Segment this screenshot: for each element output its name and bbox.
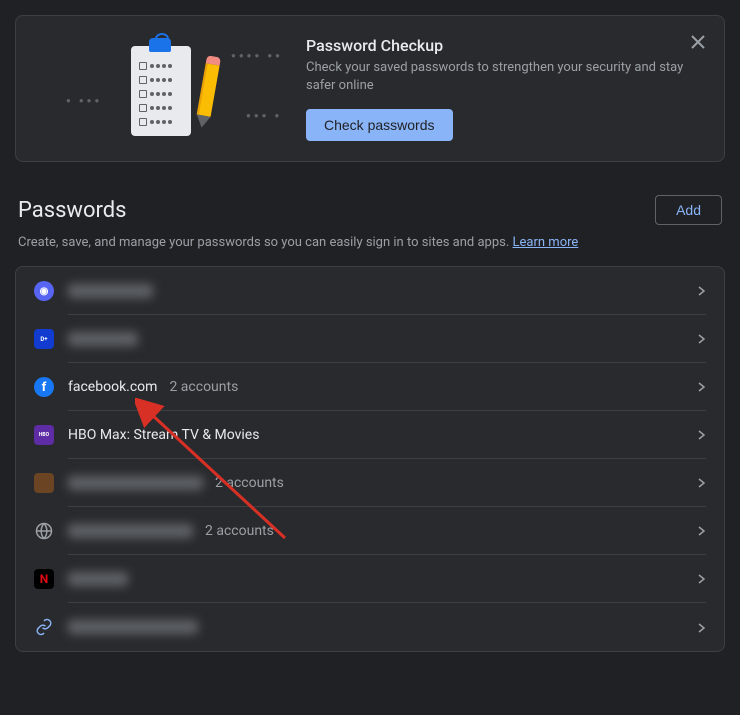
add-button[interactable]: Add <box>655 195 722 225</box>
chevron-right-icon <box>698 473 706 492</box>
site-name: disneyplus <box>68 332 138 346</box>
generic1-icon <box>34 473 54 493</box>
password-row[interactable]: ◉ discord.com <box>16 267 724 315</box>
learn-more-link[interactable]: Learn more <box>513 235 579 250</box>
chevron-right-icon <box>698 329 706 348</box>
pencil-icon <box>195 55 221 126</box>
close-icon[interactable] <box>686 30 710 59</box>
password-list: ◉ discord.com D+ disneyplus f facebook.c… <box>15 266 725 652</box>
site-name: discord.com <box>68 284 153 298</box>
password-row[interactable]: D+ disneyplus <box>16 315 724 363</box>
site-name: example-site.com <box>68 476 203 490</box>
chevron-right-icon <box>698 569 706 588</box>
chevron-right-icon <box>698 425 706 444</box>
password-row[interactable]: example-site.com 2 accounts <box>16 459 724 507</box>
password-row[interactable]: another-site.com 2 accounts <box>16 507 724 555</box>
chevron-right-icon <box>698 618 706 637</box>
password-row[interactable]: linked-account.com <box>16 603 724 651</box>
discord-icon: ◉ <box>34 281 54 301</box>
chevron-right-icon <box>698 377 706 396</box>
section-description: Create, save, and manage your passwords … <box>0 235 740 266</box>
password-row[interactable]: f facebook.com 2 accounts <box>16 363 724 411</box>
hbo-icon: HBO <box>34 425 54 445</box>
page-title: Passwords <box>18 198 127 223</box>
link-icon <box>34 617 54 637</box>
password-checkup-card: ● ●●● ●●●● ●● ●●● ● Password Checkup Che… <box>15 15 725 162</box>
password-row[interactable]: HBO HBO Max: Stream TV & Movies <box>16 411 724 459</box>
site-name: linked-account.com <box>68 620 198 634</box>
site-name: facebook.com <box>68 379 157 395</box>
password-row[interactable]: N netflix <box>16 555 724 603</box>
globe-icon <box>34 521 54 541</box>
chevron-right-icon <box>698 281 706 300</box>
account-count: 2 accounts <box>215 475 284 491</box>
disney-icon: D+ <box>34 329 54 349</box>
chevron-right-icon <box>698 521 706 540</box>
account-count: 2 accounts <box>169 379 238 395</box>
checkup-description: Check your saved passwords to strengthen… <box>306 59 704 95</box>
account-count: 2 accounts <box>205 523 274 539</box>
check-passwords-button[interactable]: Check passwords <box>306 109 453 141</box>
netflix-icon: N <box>34 569 54 589</box>
clipboard-icon <box>131 46 191 136</box>
checkup-illustration: ● ●●● ●●●● ●● ●●● ● <box>36 36 296 136</box>
checkup-title: Password Checkup <box>306 36 704 55</box>
site-name: HBO Max: Stream TV & Movies <box>68 427 259 443</box>
site-name: netflix <box>68 572 128 586</box>
section-header: Passwords Add <box>0 177 740 235</box>
facebook-icon: f <box>34 377 54 397</box>
site-name: another-site.com <box>68 524 193 538</box>
